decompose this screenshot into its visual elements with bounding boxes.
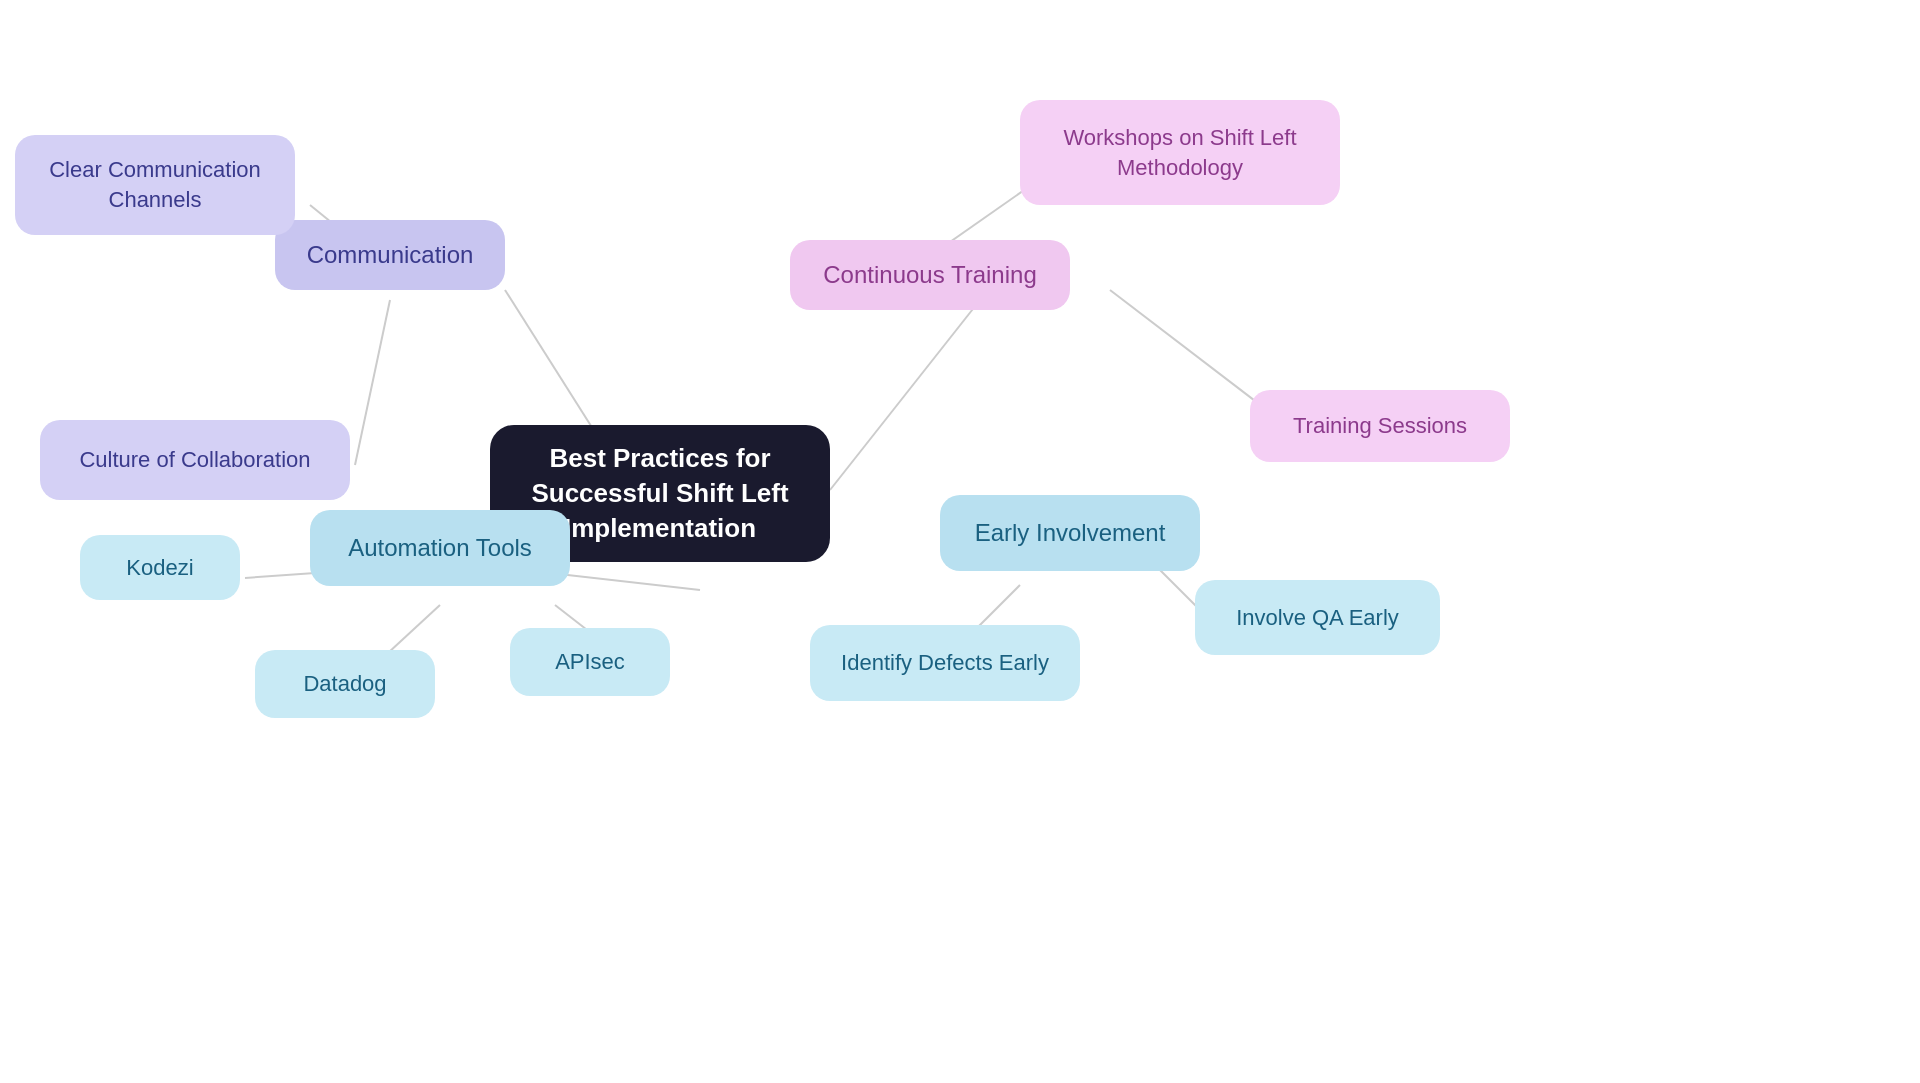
- workshops-node[interactable]: Workshops on Shift Left Methodology: [1020, 100, 1340, 205]
- kodezi-node[interactable]: Kodezi: [80, 535, 240, 600]
- svg-line-2: [355, 300, 390, 465]
- involve-qa-node[interactable]: Involve QA Early: [1195, 580, 1440, 655]
- mindmap-container: Best Practices for Successful Shift Left…: [0, 0, 1920, 1083]
- identify-defects-node[interactable]: Identify Defects Early: [810, 625, 1080, 701]
- communication-node[interactable]: Communication: [275, 220, 505, 290]
- clear-channels-node[interactable]: Clear Communication Channels: [15, 135, 295, 235]
- datadog-node[interactable]: Datadog: [255, 650, 435, 718]
- training-sessions-node[interactable]: Training Sessions: [1250, 390, 1510, 462]
- early-involvement-node[interactable]: Early Involvement: [940, 495, 1200, 571]
- continuous-training-node[interactable]: Continuous Training: [790, 240, 1070, 310]
- svg-line-3: [830, 300, 980, 490]
- culture-node[interactable]: Culture of Collaboration: [40, 420, 350, 500]
- apisec-node[interactable]: APIsec: [510, 628, 670, 696]
- automation-tools-node[interactable]: Automation Tools: [310, 510, 570, 586]
